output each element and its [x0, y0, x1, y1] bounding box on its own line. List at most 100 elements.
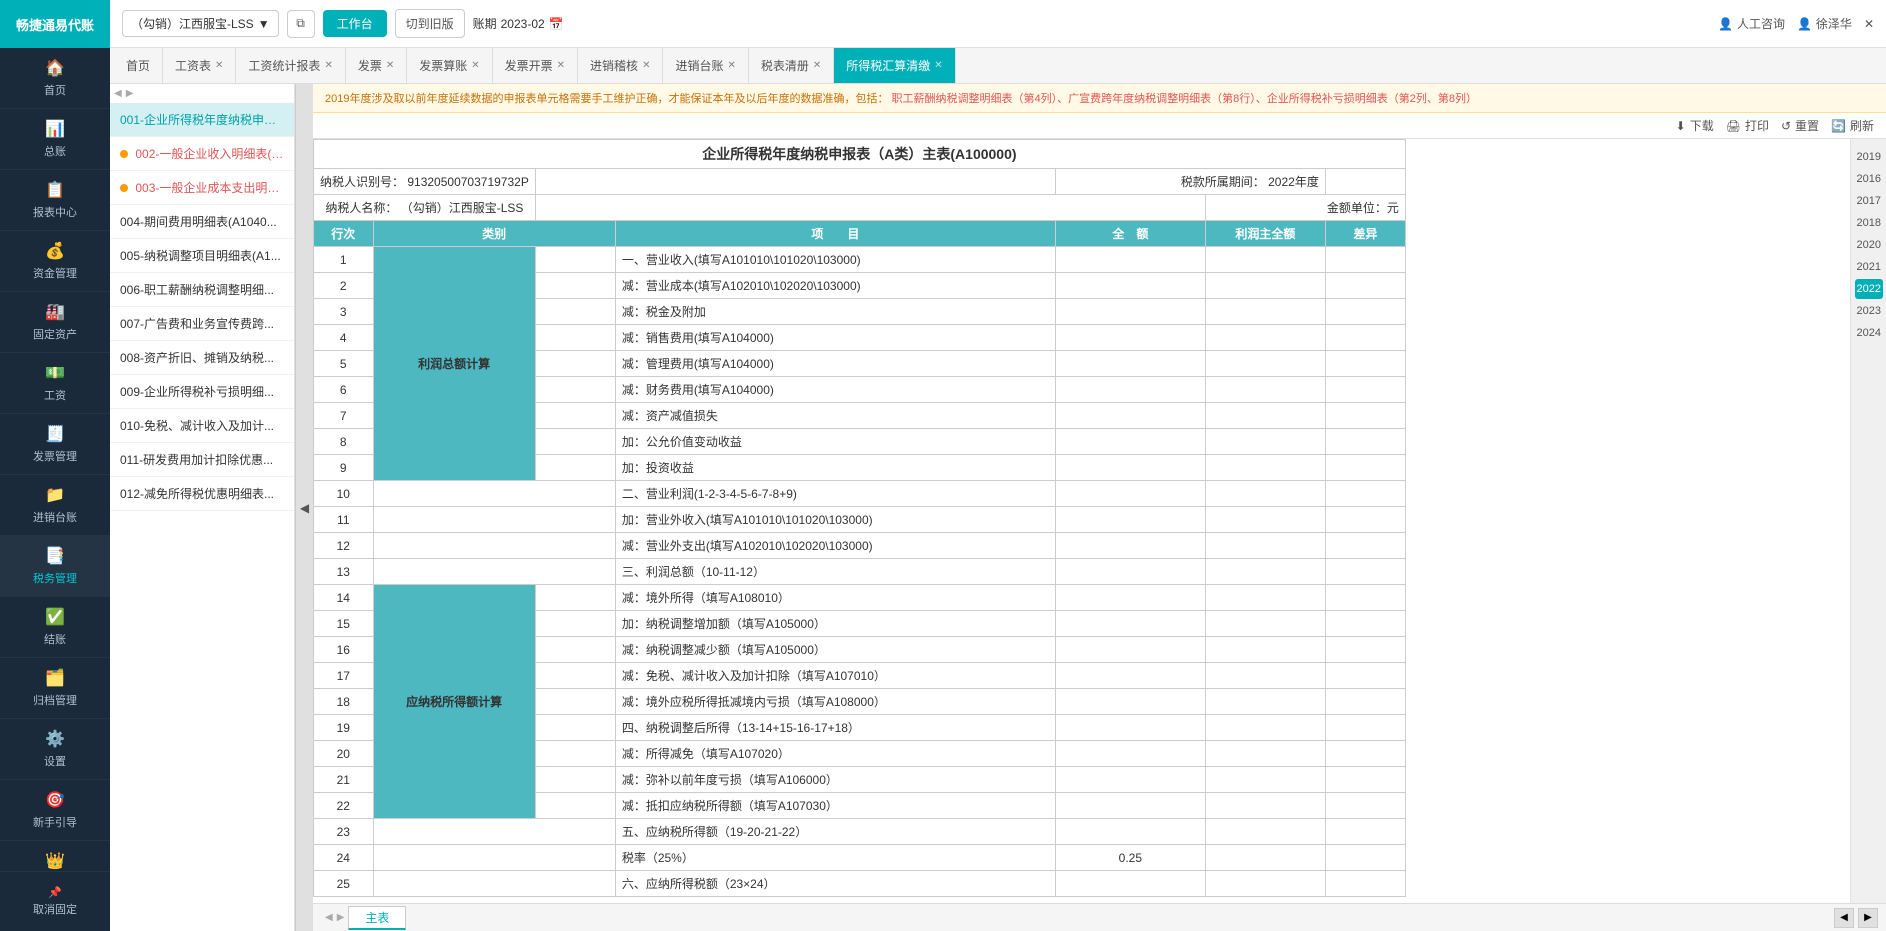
bottom-next-arrow[interactable]: ▶ — [337, 912, 345, 923]
year-item-2020[interactable]: 2020 — [1855, 235, 1883, 255]
ai-consult-button[interactable]: 👤 人工咨询 — [1718, 15, 1785, 32]
workbench-button[interactable]: 工作台 — [323, 10, 387, 37]
left-panel-item-002[interactable]: 002-一般企业收入明细表(A1... — [110, 137, 294, 171]
chevron-down-icon: ▼ — [258, 17, 270, 31]
tab-invoice-account[interactable]: 发票算账 ✕ — [407, 48, 492, 84]
tab-close-icon[interactable]: ✕ — [324, 60, 332, 71]
left-panel-item-004[interactable]: 004-期间费用明细表(A1040... — [110, 205, 294, 239]
main-area: （勾销）江西服宝-LSS ▼ ⧉ 工作台 切到旧版 账期 2023-02 📅 👤… — [110, 0, 1886, 931]
copy-icon-button[interactable]: ⧉ — [287, 10, 315, 38]
tab-income-tax[interactable]: 所得税汇算清缴 ✕ — [834, 48, 955, 84]
left-panel-item-011[interactable]: 011-研发费用加计扣除优惠... — [110, 443, 294, 477]
sidebar-item-home[interactable]: 🏠 首页 — [0, 48, 110, 109]
cut-to-old-button[interactable]: 切到旧版 — [395, 9, 465, 38]
settings-icon: ⚙️ — [45, 729, 65, 749]
sidebar-item-member[interactable]: 👑 畅会员 — [0, 841, 110, 871]
year-item-2021[interactable]: 2021 — [1855, 257, 1883, 277]
main-tab[interactable]: 主表 — [348, 906, 406, 930]
row-num: 17 — [314, 663, 374, 689]
amount-cell — [1055, 559, 1205, 585]
sidebar-item-guide[interactable]: 🎯 新手引导 — [0, 780, 110, 841]
print-button[interactable]: 🖨 打印 — [1726, 117, 1769, 134]
scroll-left-button[interactable]: ◀ — [1834, 908, 1854, 928]
prev-arrow[interactable]: ◀ — [114, 88, 122, 99]
sidebar-item-finance[interactable]: 💰 资金管理 — [0, 231, 110, 292]
sidebar-item-salary[interactable]: 💵 工资 — [0, 353, 110, 414]
tab-salary[interactable]: 工资表 ✕ — [163, 48, 236, 84]
sidebar-item-assets[interactable]: 🏭 固定资产 — [0, 292, 110, 353]
error-dot — [120, 150, 128, 158]
table-scroll[interactable]: 企业所得税年度纳税申报表（A类）主表(A100000) 纳税人识别号： 9132… — [313, 139, 1850, 903]
diff-cell — [1325, 533, 1405, 559]
year-item-2019[interactable]: 2019 — [1855, 147, 1883, 167]
left-panel-item-010[interactable]: 010-免税、减计收入及加计... — [110, 409, 294, 443]
tab-close-icon[interactable]: ✕ — [934, 60, 942, 71]
profit-cell — [1205, 247, 1325, 273]
tab-audit[interactable]: 进销稽核 ✕ — [578, 48, 663, 84]
tab-close-icon[interactable]: ✕ — [557, 60, 565, 71]
tab-close-icon[interactable]: ✕ — [813, 60, 821, 71]
tab-tax-register[interactable]: 税表清册 ✕ — [749, 48, 834, 84]
collapse-button[interactable]: ◀ — [295, 84, 313, 931]
diff-cell — [1325, 481, 1405, 507]
diff-cell — [1325, 845, 1405, 871]
tab-close-icon[interactable]: ✕ — [215, 60, 223, 71]
left-panel-item-008[interactable]: 008-资产折旧、摊销及纳税... — [110, 341, 294, 375]
sidebar-item-invoice[interactable]: 🧾 发票管理 — [0, 414, 110, 475]
close-accounts-icon: ✅ — [45, 607, 65, 627]
tab-invoice[interactable]: 发票 ✕ — [346, 48, 407, 84]
home-icon: 🏠 — [45, 58, 65, 78]
sidebar-item-ledger[interactable]: 📊 总账 — [0, 109, 110, 170]
ledger-icon: 📊 — [45, 119, 65, 139]
left-panel-item-005[interactable]: 005-纳税调整项目明细表(A1... — [110, 239, 294, 273]
item-label: 011-研发费用加计扣除优惠... — [120, 453, 273, 467]
close-window-button[interactable]: ✕ — [1864, 17, 1874, 31]
tab-salary-stats[interactable]: 工资统计报表 ✕ — [236, 48, 345, 84]
calendar-icon[interactable]: 📅 — [549, 17, 564, 31]
item-cell: 加：纳税调整增加额（填写A105000） — [615, 611, 1055, 637]
year-item-2022[interactable]: 2022 — [1855, 279, 1883, 299]
col-header-item: 项 目 — [615, 221, 1055, 247]
sidebar-item-tax[interactable]: 📑 税务管理 — [0, 536, 110, 597]
unpin-button[interactable]: 📌 取消固定 — [0, 880, 110, 923]
left-panel-item-003[interactable]: 003-一般企业成本支出明细... — [110, 171, 294, 205]
user-profile-button[interactable]: 👤 徐泽华 — [1797, 15, 1852, 32]
sidebar-item-archive[interactable]: 🗂️ 归档管理 — [0, 658, 110, 719]
tab-close-icon[interactable]: ✕ — [642, 60, 650, 71]
year-item-2023[interactable]: 2023 — [1855, 301, 1883, 321]
scroll-right-button[interactable]: ▶ — [1858, 908, 1878, 928]
year-item-2017[interactable]: 2017 — [1855, 191, 1883, 211]
bottom-prev-arrow[interactable]: ◀ — [325, 912, 333, 923]
tab-purchase-ledger[interactable]: 进销台账 ✕ — [663, 48, 748, 84]
company-selector[interactable]: （勾销）江西服宝-LSS ▼ — [122, 10, 279, 37]
sidebar-item-label: 税务管理 — [33, 570, 77, 586]
left-panel-item-001[interactable]: 001-企业所得税年度纳税申报... — [110, 103, 294, 137]
left-panel-item-012[interactable]: 012-减免所得税优惠明细表... — [110, 477, 294, 511]
tab-close-icon[interactable]: ✕ — [727, 60, 735, 71]
title-text: 企业所得税年度纳税申报表（A类）主表(A100000) — [702, 146, 1016, 162]
refresh-button[interactable]: 🔄 刷新 — [1831, 117, 1874, 134]
tab-close-icon[interactable]: ✕ — [386, 60, 394, 71]
tab-label: 税表清册 — [761, 57, 809, 74]
bottom-tab-label: 主表 — [365, 911, 389, 925]
sidebar-item-settings[interactable]: ⚙️ 设置 — [0, 719, 110, 780]
year-item-2024[interactable]: 2024 — [1855, 323, 1883, 343]
assets-icon: 🏭 — [45, 302, 65, 322]
year-item-2016[interactable]: 2016 — [1855, 169, 1883, 189]
reset-button[interactable]: ↺ 重置 — [1781, 117, 1819, 134]
left-panel-item-007[interactable]: 007-广告费和业务宣传费跨... — [110, 307, 294, 341]
blank-cell2 — [1325, 169, 1405, 195]
left-panel-item-006[interactable]: 006-职工薪酬纳税调整明细... — [110, 273, 294, 307]
left-panel-item-009[interactable]: 009-企业所得税补亏损明细... — [110, 375, 294, 409]
sidebar-item-purchase-sales[interactable]: 📁 进销台账 — [0, 475, 110, 536]
sidebar-item-reports[interactable]: 📋 报表中心 — [0, 170, 110, 231]
tab-invoice-open[interactable]: 发票开票 ✕ — [493, 48, 578, 84]
item-label: 003-一般企业成本支出明细... — [135, 181, 289, 195]
sidebar-item-close-accounts[interactable]: ✅ 结账 — [0, 597, 110, 658]
next-arrow[interactable]: ▶ — [126, 88, 134, 99]
year-item-2018[interactable]: 2018 — [1855, 213, 1883, 233]
item-cell: 减：营业外支出(填写A102010\102020\103000) — [615, 533, 1055, 559]
tab-home[interactable]: 首页 — [114, 48, 163, 84]
download-button[interactable]: ⬇ 下载 — [1676, 117, 1714, 134]
tab-close-icon[interactable]: ✕ — [471, 60, 479, 71]
